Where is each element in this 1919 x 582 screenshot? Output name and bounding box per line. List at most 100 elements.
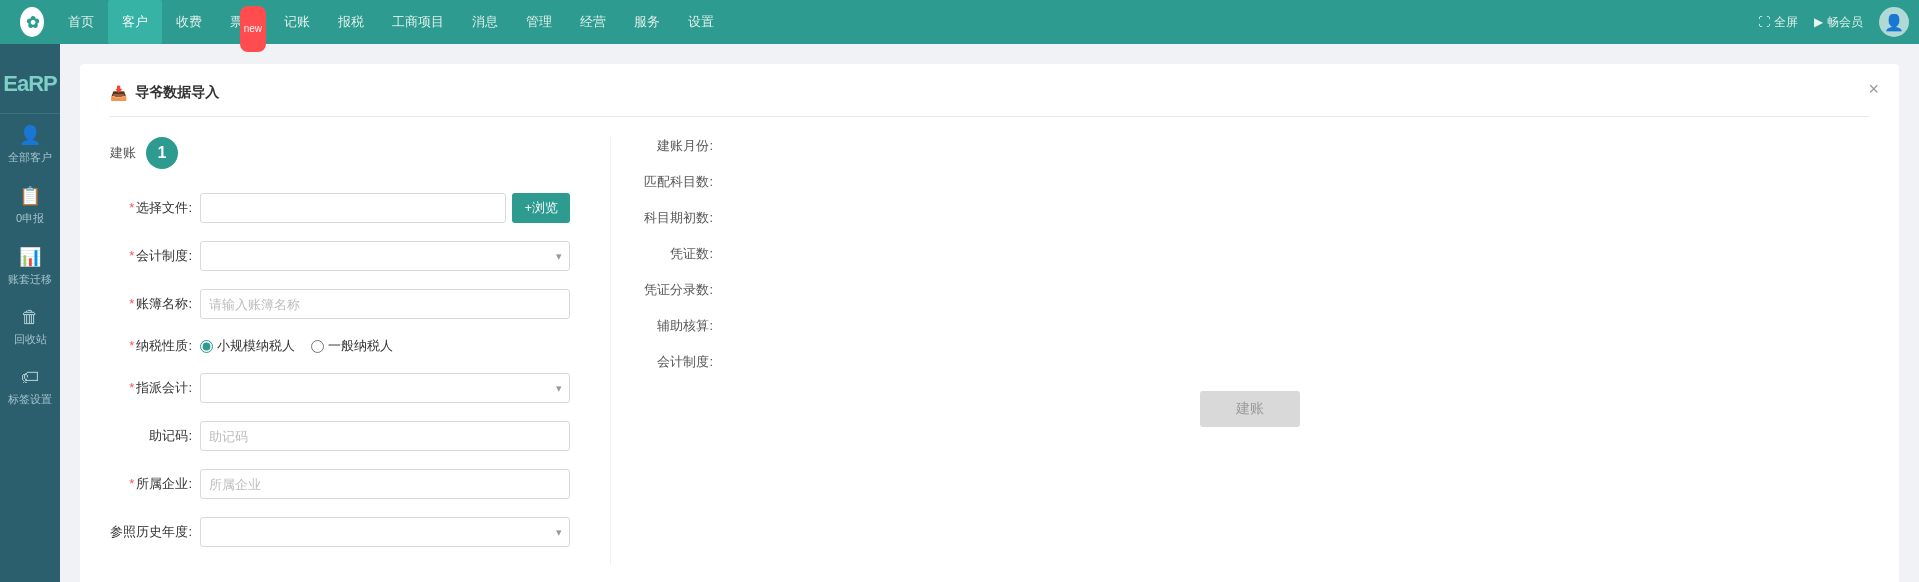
step-circle: 1	[146, 137, 178, 169]
voucher-entries-row: 凭证分录数:	[631, 281, 1869, 299]
reference-year-wrapper: ▾	[200, 517, 570, 547]
nav-fees[interactable]: 收费	[162, 0, 216, 44]
voucher-entries-label: 凭证分录数:	[631, 281, 721, 299]
step-area: 建账 1	[110, 137, 570, 169]
radio-small-label: 小规模纳税人	[217, 337, 295, 355]
company-label: *所属企业:	[110, 475, 200, 493]
build-btn-area: 建账	[631, 391, 1869, 427]
sidebar-item-tag-settings[interactable]: 🏷 标签设置	[0, 357, 60, 417]
memo-code-label: 助记码:	[110, 427, 200, 445]
step-number: 1	[158, 144, 167, 162]
nav-messages[interactable]: 消息	[458, 0, 512, 44]
assign-accountant-label: *指派会计:	[110, 379, 200, 397]
voucher-count-row: 凭证数:	[631, 245, 1869, 263]
subject-opening-row: 科目期初数:	[631, 209, 1869, 227]
radio-small-taxpayer[interactable]: 小规模纳税人	[200, 337, 295, 355]
voucher-count-label: 凭证数:	[631, 245, 721, 263]
sidebar: EaRP 👤 全部客户 📋 0申报 📊 账套迁移 🗑 回收站 🏷 标签设置	[0, 44, 60, 582]
ledger-name-label: *账簿名称:	[110, 295, 200, 313]
all-clients-icon: 👤	[19, 124, 41, 146]
radio-small-input[interactable]	[200, 340, 213, 353]
sidebar-item-label: 全部客户	[8, 150, 52, 165]
recycle-icon: 🗑	[21, 307, 39, 328]
sidebar-item-all-clients[interactable]: 👤 全部客户	[0, 114, 60, 175]
fullscreen-label: 全屏	[1774, 14, 1798, 31]
account-migrate-icon: 📊	[19, 246, 41, 268]
nav-tax[interactable]: 报税	[324, 0, 378, 44]
assign-accountant-select[interactable]	[200, 373, 570, 403]
accounting-system-info-row: 会计制度:	[631, 353, 1869, 371]
nav-right: ⛶ 全屏 ▶ 畅会员 👤	[1758, 7, 1909, 37]
sidebar-item-label: 0申报	[16, 211, 44, 226]
form-left: 建账 1 *选择文件: +浏览	[110, 137, 610, 565]
avatar-icon: 👤	[1884, 13, 1904, 32]
reference-year-row: 参照历史年度: ▾	[110, 517, 570, 547]
nav-clients[interactable]: 客户	[108, 0, 162, 44]
company-row: *所属企业:	[110, 469, 570, 499]
nav-management[interactable]: 管理	[512, 0, 566, 44]
nav-operation[interactable]: 经营	[566, 0, 620, 44]
radio-general-input[interactable]	[311, 340, 324, 353]
member-icon: ▶	[1814, 15, 1823, 29]
accounting-system-label: *会计制度:	[110, 247, 200, 265]
nav-service[interactable]: 服务	[620, 0, 674, 44]
nav-settings[interactable]: 设置	[674, 0, 728, 44]
build-month-label: 建账月份:	[631, 137, 721, 155]
tax-type-row: *纳税性质: 小规模纳税人 一般纳税人	[110, 337, 570, 355]
browse-button[interactable]: +浏览	[512, 193, 570, 223]
subject-opening-label: 科目期初数:	[631, 209, 721, 227]
nav-bookkeeping[interactable]: 记账	[270, 0, 324, 44]
card-title-text: 导爷数据导入	[135, 84, 219, 102]
main-content: 📥 导爷数据导入 × 建账 1	[60, 44, 1919, 582]
fullscreen-btn[interactable]: ⛶ 全屏	[1758, 14, 1798, 31]
nav-items: 首页 客户 收费 票据new 记账 报税 工商项目 消息 管理 经营 服务 设置	[54, 0, 1758, 44]
sidebar-item-label: 账套迁移	[8, 272, 52, 287]
nav-home[interactable]: 首页	[54, 0, 108, 44]
select-file-label: *选择文件:	[110, 199, 200, 217]
brand-text: EaRP	[3, 71, 56, 97]
sidebar-item-account-migrate[interactable]: 📊 账套迁移	[0, 236, 60, 297]
reference-year-select[interactable]	[200, 517, 570, 547]
build-month-row: 建账月份:	[631, 137, 1869, 155]
import-card: 📥 导爷数据导入 × 建账 1	[80, 64, 1899, 582]
radio-general-taxpayer[interactable]: 一般纳税人	[311, 337, 393, 355]
close-button[interactable]: ×	[1868, 80, 1879, 98]
memo-code-row: 助记码:	[110, 421, 570, 451]
fullscreen-icon: ⛶	[1758, 15, 1770, 29]
file-row: +浏览	[200, 193, 570, 223]
accounting-system-info-label: 会计制度:	[631, 353, 721, 371]
select-file-row: *选择文件: +浏览	[110, 193, 570, 223]
accounting-system-select[interactable]	[200, 241, 570, 271]
assign-accountant-wrapper: ▾	[200, 373, 570, 403]
sidebar-item-declaration[interactable]: 📋 0申报	[0, 175, 60, 236]
file-input[interactable]	[200, 193, 506, 223]
assign-accountant-row: *指派会计: ▾	[110, 373, 570, 403]
logo-area: ✿	[10, 0, 54, 44]
memo-code-input[interactable]	[200, 421, 570, 451]
nav-business[interactable]: 工商项目	[378, 0, 458, 44]
accounting-system-row: *会计制度: ▾	[110, 241, 570, 271]
build-account-button[interactable]: 建账	[1200, 391, 1300, 427]
reference-year-label: 参照历史年度:	[110, 523, 200, 541]
sidebar-item-recycle[interactable]: 🗑 回收站	[0, 297, 60, 357]
layout: EaRP 👤 全部客户 📋 0申报 📊 账套迁移 🗑 回收站 🏷 标签设置 📥	[0, 44, 1919, 582]
match-subjects-row: 匹配科目数:	[631, 173, 1869, 191]
tax-type-radio-group: 小规模纳税人 一般纳税人	[200, 337, 393, 355]
form-right: 建账月份: 匹配科目数: 科目期初数: 凭证数:	[610, 137, 1869, 565]
aux-calc-row: 辅助核算:	[631, 317, 1869, 335]
sidebar-brand: EaRP	[0, 54, 60, 114]
ledger-name-input[interactable]	[200, 289, 570, 319]
nav-badge-new: new	[240, 6, 266, 52]
declaration-icon: 📋	[19, 185, 41, 207]
sidebar-item-label: 回收站	[14, 332, 47, 347]
company-input[interactable]	[200, 469, 570, 499]
sidebar-item-label: 标签设置	[8, 392, 52, 407]
user-avatar[interactable]: 👤	[1879, 7, 1909, 37]
nav-invoices[interactable]: 票据new	[216, 0, 270, 44]
match-subjects-label: 匹配科目数:	[631, 173, 721, 191]
top-nav: ✿ 首页 客户 收费 票据new 记账 报税 工商项目 消息 管理 经营 服务 …	[0, 0, 1919, 44]
form-area: 建账 1 *选择文件: +浏览	[110, 137, 1869, 565]
member-btn[interactable]: ▶ 畅会员	[1814, 14, 1863, 31]
card-title: 📥 导爷数据导入	[110, 84, 1869, 117]
accounting-system-wrapper: ▾	[200, 241, 570, 271]
